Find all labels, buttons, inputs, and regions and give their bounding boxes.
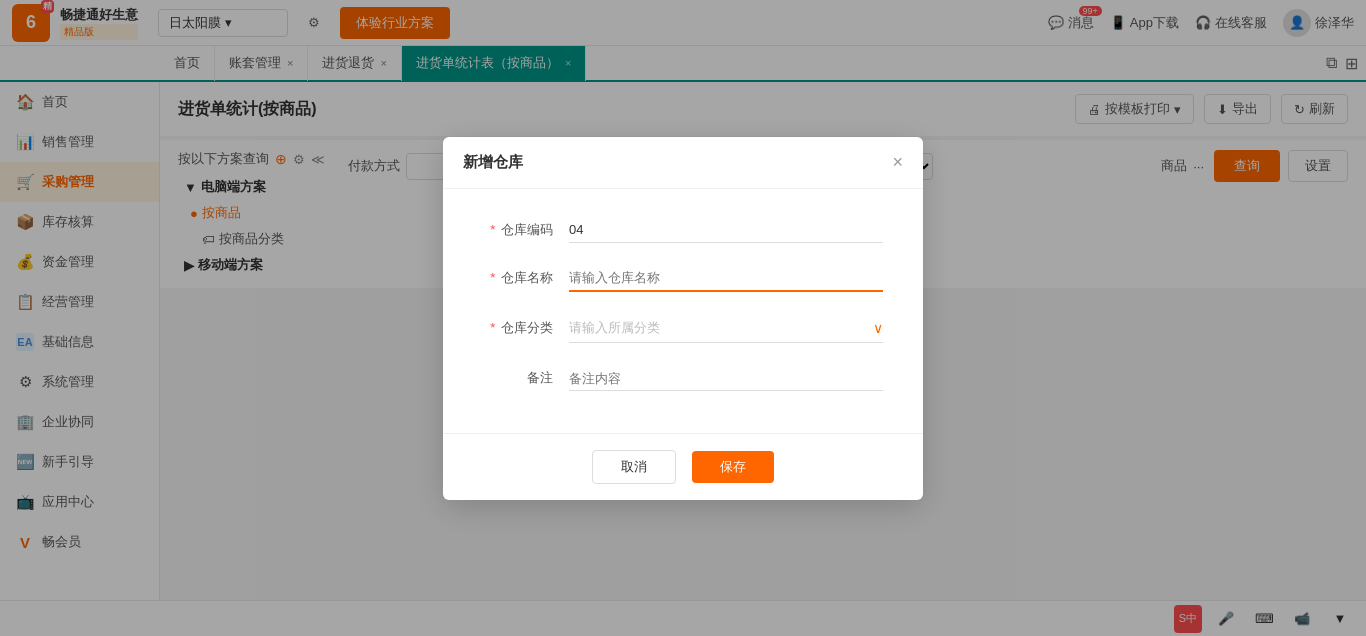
category-label: * 仓库分类 [483, 319, 553, 337]
code-label: * 仓库编码 [483, 221, 553, 239]
modal-header: 新增仓库 × [443, 137, 923, 189]
form-row-category: * 仓库分类 请输入所属分类 ∨ [483, 314, 883, 343]
category-chevron-icon: ∨ [873, 320, 883, 336]
name-label: * 仓库名称 [483, 269, 553, 287]
add-warehouse-modal: 新增仓库 × * 仓库编码 * 仓库名称 [443, 137, 923, 500]
save-button[interactable]: 保存 [692, 451, 774, 483]
form-row-remark: 备注 [483, 365, 883, 391]
category-select[interactable]: 请输入所属分类 ∨ [569, 314, 883, 343]
modal-title: 新增仓库 [463, 153, 523, 172]
modal-overlay[interactable]: 新增仓库 × * 仓库编码 * 仓库名称 [0, 0, 1366, 636]
name-input[interactable] [569, 265, 883, 292]
code-input[interactable] [569, 217, 883, 243]
remark-input[interactable] [569, 365, 883, 391]
form-row-name: * 仓库名称 [483, 265, 883, 292]
cancel-button[interactable]: 取消 [592, 450, 676, 484]
modal-close-icon[interactable]: × [892, 153, 903, 171]
form-row-code: * 仓库编码 [483, 217, 883, 243]
modal-body: * 仓库编码 * 仓库名称 * 仓库分类 请输入所属 [443, 189, 923, 433]
remark-label: 备注 [483, 369, 553, 387]
modal-footer: 取消 保存 [443, 433, 923, 500]
